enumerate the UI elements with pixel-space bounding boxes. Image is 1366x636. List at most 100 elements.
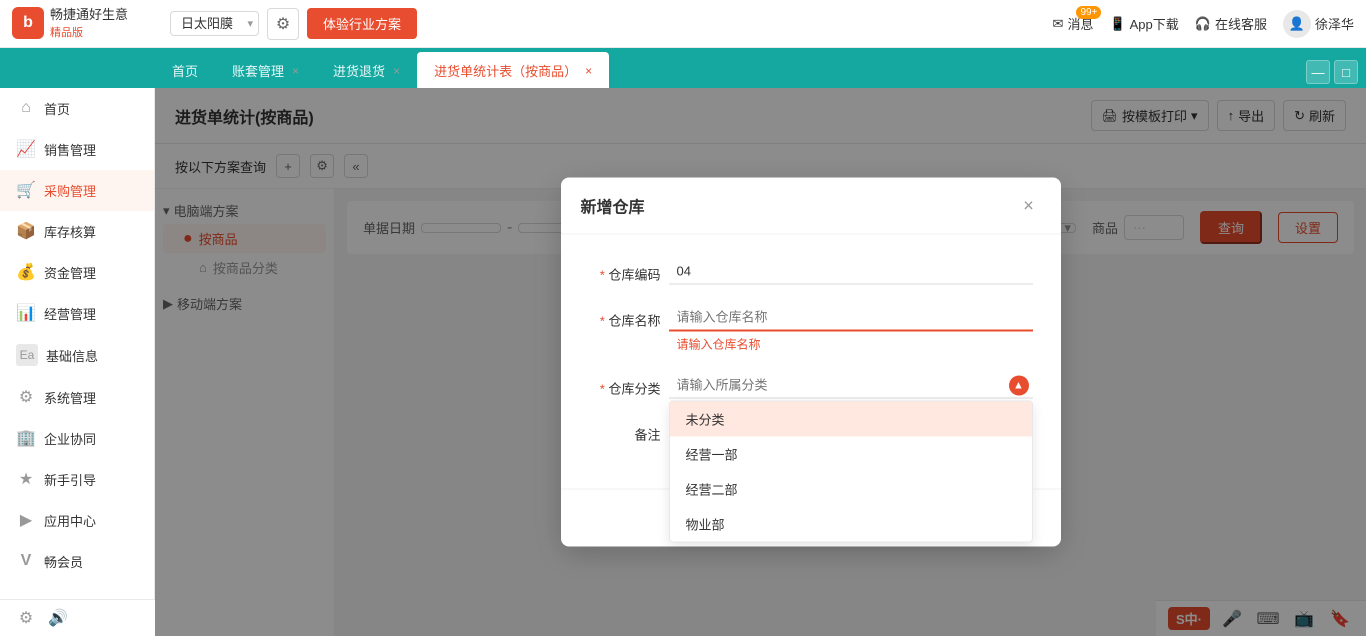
tab-controls: — □	[1298, 60, 1366, 88]
name-error-msg: 请输入仓库名称	[669, 336, 761, 353]
app-name-text: 畅捷通好生意 精品版	[50, 7, 128, 40]
sidebar-item-purchase[interactable]: 🛒 采购管理	[0, 170, 154, 211]
nav-tabs-bar: 首页 账套管理 × 进货退货 × 进货单统计表（按商品） × — □	[0, 48, 1366, 88]
sidebar-enterprise-label: 企业协同	[44, 429, 96, 448]
mobile-icon: 📱	[1109, 16, 1125, 32]
tab-maximize-button[interactable]: □	[1334, 60, 1358, 84]
header-right: ✉ 消息 99+ 📱 App下载 🎧 在线客服 👤 徐泽华	[1053, 10, 1354, 38]
tab-purchase-return-close[interactable]: ×	[393, 64, 400, 78]
remark-label: 备注	[589, 419, 669, 444]
sidebar-base-label: 基础信息	[46, 346, 98, 365]
dropdown-item-0[interactable]: 未分类	[670, 402, 1032, 437]
new-warehouse-modal: 新增仓库 × * 仓库编码 * 仓库名称	[561, 178, 1061, 547]
sidebar-inventory-label: 库存核算	[44, 222, 96, 241]
modal-header: 新增仓库 ×	[561, 178, 1061, 235]
dropdown-item-1[interactable]: 经营一部	[670, 437, 1032, 472]
tab-account-close[interactable]: ×	[292, 64, 299, 78]
sidebar-apps-label: 应用中心	[44, 511, 96, 530]
modal-close-button[interactable]: ×	[1017, 194, 1041, 218]
online-service-button[interactable]: 🎧 在线客服	[1195, 14, 1267, 33]
inventory-icon: 📦	[16, 221, 36, 241]
sidebar-purchase-label: 采购管理	[44, 181, 96, 200]
category-input[interactable]	[669, 373, 1033, 399]
tab-account-label: 账套管理	[232, 61, 284, 80]
sidebar-item-operation[interactable]: 📊 经营管理	[0, 293, 154, 334]
sidebar-sales-label: 销售管理	[44, 140, 96, 159]
home-icon: ⌂	[16, 98, 36, 118]
tab-purchase-stats[interactable]: 进货单统计表（按商品） ×	[417, 52, 609, 88]
category-dropdown: 未分类 经营一部 经营二部 物业部	[669, 401, 1033, 543]
top-header: b 畅捷通好生意 精品版 日太阳膜 ⚙ 体验行业方案 ✉ 消息 99+ 📱 Ap…	[0, 0, 1366, 48]
sidebar-item-sales[interactable]: 📈 销售管理	[0, 129, 154, 170]
app-download-button[interactable]: 📱 App下载	[1109, 14, 1178, 33]
settings-gear-button[interactable]: ⚙	[267, 8, 299, 40]
store-selector[interactable]: 日太阳膜	[170, 11, 259, 36]
name-label: * 仓库名称	[589, 305, 669, 330]
logo-area: b 畅捷通好生意 精品版	[12, 7, 162, 40]
tab-purchase-return[interactable]: 进货退货 ×	[316, 52, 417, 88]
online-service-label: 在线客服	[1215, 14, 1267, 33]
sidebar-item-apps[interactable]: ▶ 应用中心	[0, 500, 154, 541]
tab-home-label: 首页	[172, 61, 198, 80]
code-label: * 仓库编码	[589, 259, 669, 284]
sidebar-finance-label: 资金管理	[44, 263, 96, 282]
tab-purchase-stats-label: 进货单统计表（按商品）	[434, 61, 577, 80]
sidebar-item-base[interactable]: Ea 基础信息	[0, 334, 154, 377]
headset-icon: 🎧	[1195, 16, 1211, 32]
dropdown-item-2[interactable]: 经营二部	[670, 472, 1032, 507]
settings-bottom-icon[interactable]: ⚙	[16, 608, 36, 628]
form-item-category: * 仓库分类 ▲ 未分类 经营一部 经营二部 物业部	[589, 373, 1033, 399]
tab-minimize-button[interactable]: —	[1306, 60, 1330, 84]
message-badge: 99+	[1076, 6, 1101, 19]
apps-icon: ▶	[16, 510, 36, 530]
sidebar-system-label: 系统管理	[44, 388, 96, 407]
sidebar-item-inventory[interactable]: 📦 库存核算	[0, 211, 154, 252]
name-input[interactable]	[669, 305, 1033, 332]
sound-icon[interactable]: 🔊	[48, 608, 68, 628]
sidebar-home-label: 首页	[44, 99, 70, 118]
main-layout: ⌂ 首页 📈 销售管理 🛒 采购管理 📦 库存核算 💰 资金管理 📊 经营管理 …	[0, 88, 1366, 636]
message-button[interactable]: ✉ 消息 99+	[1053, 14, 1094, 33]
sidebar-footer: ⚙ 🔊	[0, 599, 155, 636]
gear-icon: ⚙	[276, 14, 290, 34]
tab-home[interactable]: 首页	[155, 52, 215, 88]
sidebar-operation-label: 经营管理	[44, 304, 96, 323]
system-icon: ⚙	[16, 387, 36, 407]
sidebar-item-system[interactable]: ⚙ 系统管理	[0, 377, 154, 418]
avatar: 👤	[1283, 10, 1311, 38]
base-icon: Ea	[16, 344, 38, 366]
sidebar-item-vip[interactable]: V 畅会员	[0, 541, 154, 582]
dropdown-item-3[interactable]: 物业部	[670, 507, 1032, 542]
sidebar-item-home[interactable]: ⌂ 首页	[0, 88, 154, 129]
tab-purchase-return-label: 进货退货	[333, 61, 385, 80]
trial-industry-button[interactable]: 体验行业方案	[307, 8, 417, 39]
category-input-wrapper: ▲ 未分类 经营一部 经营二部 物业部	[669, 373, 1033, 399]
sidebar-item-enterprise[interactable]: 🏢 企业协同	[0, 418, 154, 459]
sidebar-vip-label: 畅会员	[44, 552, 83, 571]
sales-icon: 📈	[16, 139, 36, 159]
purchase-icon: 🛒	[16, 180, 36, 200]
sidebar: ⌂ 首页 📈 销售管理 🛒 采购管理 📦 库存核算 💰 资金管理 📊 经营管理 …	[0, 88, 155, 636]
message-icon: ✉	[1053, 16, 1064, 32]
guide-icon: ★	[16, 469, 36, 489]
finance-icon: 💰	[16, 262, 36, 282]
modal-body: * 仓库编码 * 仓库名称 请输入仓库名称	[561, 235, 1061, 489]
sidebar-item-finance[interactable]: 💰 资金管理	[0, 252, 154, 293]
code-input[interactable]	[669, 259, 1033, 285]
category-dropdown-toggle[interactable]: ▲	[1009, 376, 1029, 396]
user-profile-button[interactable]: 👤 徐泽华	[1283, 10, 1354, 38]
form-item-name: * 仓库名称 请输入仓库名称	[589, 305, 1033, 353]
app-logo: b	[12, 7, 44, 39]
content-area: 进货单统计(按商品) 🖨 按模板打印 ▾ ↑ 导出 ↻ 刷新 按以下方案查询	[155, 88, 1366, 636]
sidebar-guide-label: 新手引导	[44, 470, 96, 489]
tab-account[interactable]: 账套管理 ×	[215, 52, 316, 88]
vip-icon: V	[16, 551, 36, 571]
sidebar-item-guide[interactable]: ★ 新手引导	[0, 459, 154, 500]
modal-title: 新增仓库	[581, 194, 645, 218]
tab-purchase-stats-close[interactable]: ×	[585, 64, 592, 78]
form-item-code: * 仓库编码	[589, 259, 1033, 285]
category-label: * 仓库分类	[589, 373, 669, 398]
store-select[interactable]: 日太阳膜	[170, 11, 259, 36]
app-download-label: App下载	[1130, 14, 1179, 33]
enterprise-icon: 🏢	[16, 428, 36, 448]
